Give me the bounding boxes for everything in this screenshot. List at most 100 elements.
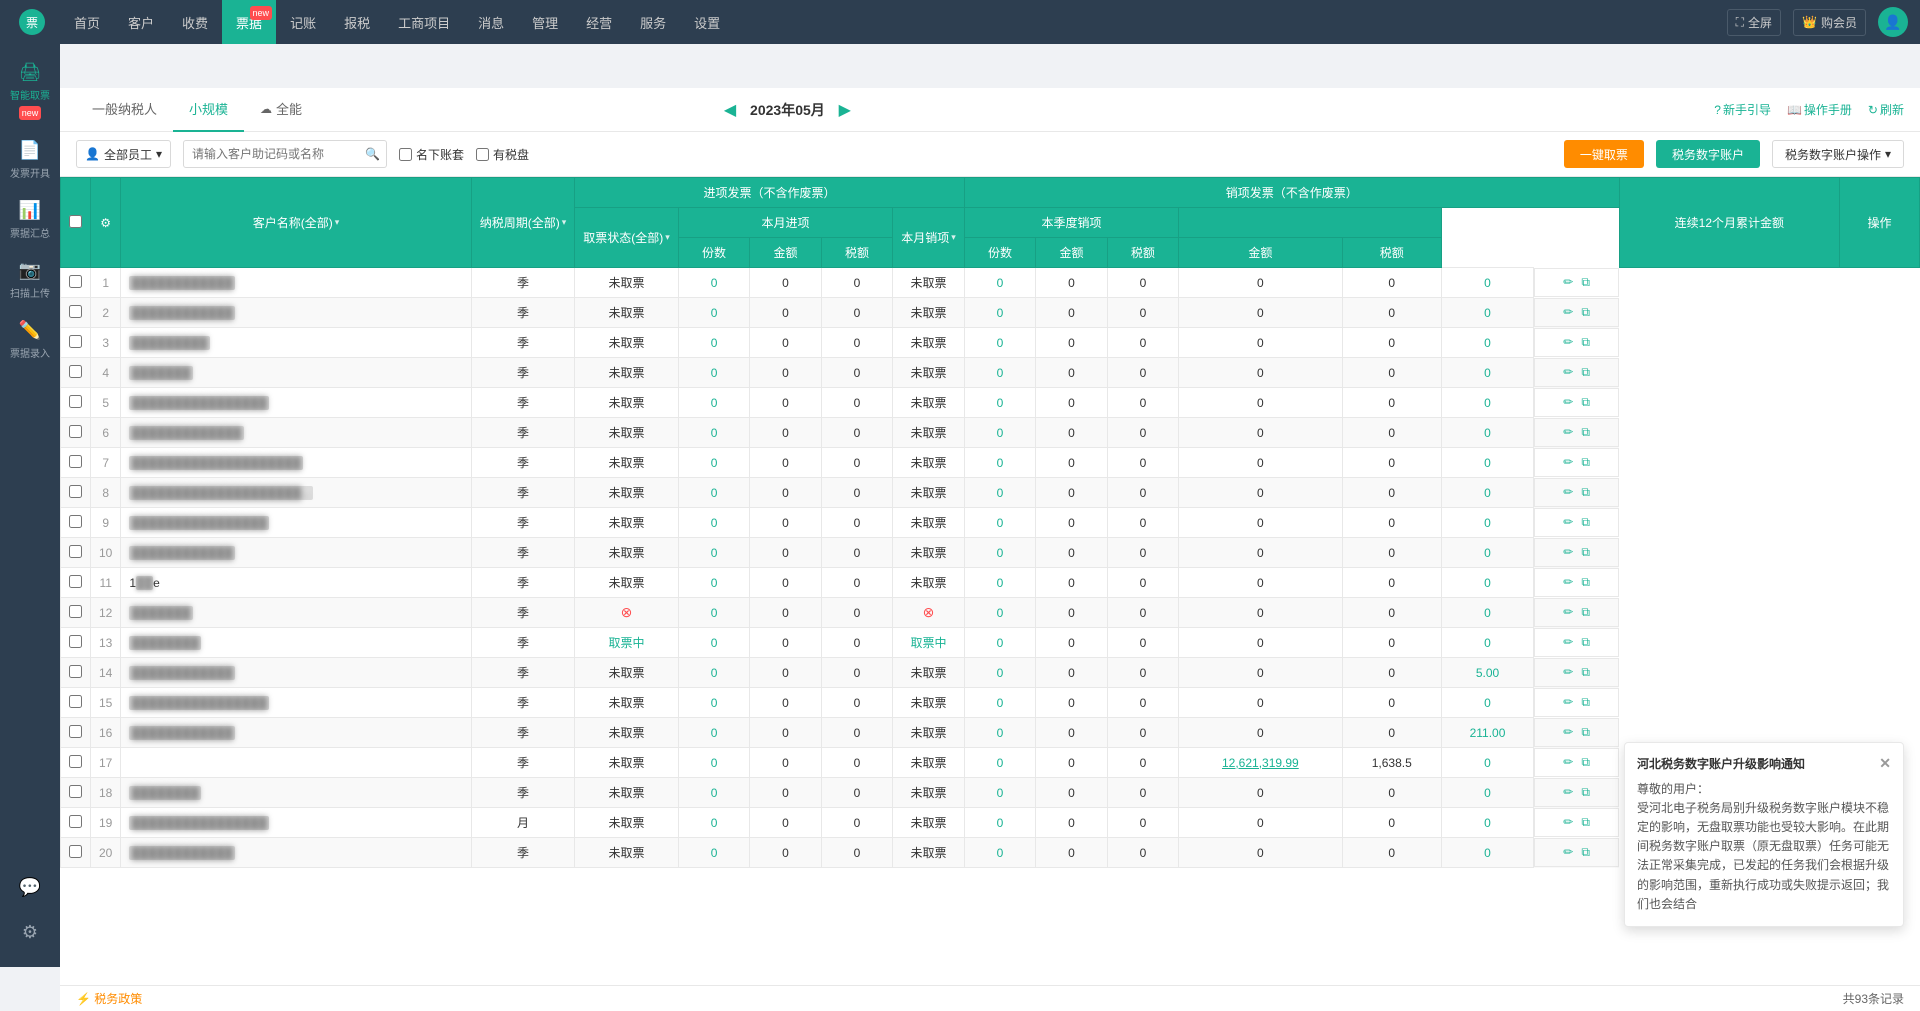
- cum-amount-link[interactable]: 0: [1484, 306, 1491, 320]
- row-checkbox[interactable]: [69, 605, 82, 618]
- sidebar-item-invoice-entry[interactable]: ✏️ 票据录入: [0, 310, 60, 370]
- row-checkbox[interactable]: [69, 785, 82, 798]
- sidebar-item-scan-upload[interactable]: 📷 扫描上传: [0, 250, 60, 310]
- cum-amount-link[interactable]: 0: [1484, 396, 1491, 410]
- sidebar-item-smart-fetch[interactable]: 🖨 智能取票 new: [0, 52, 60, 130]
- tab-small-scale[interactable]: 小规模: [173, 88, 244, 132]
- cum-amount-link[interactable]: 0: [1484, 576, 1491, 590]
- copy-icon[interactable]: ⧉: [1581, 365, 1590, 380]
- checkbox-tax-disk[interactable]: 有税盘: [476, 146, 529, 163]
- in-count-link[interactable]: 0: [711, 306, 718, 320]
- cum-amount-link[interactable]: 0: [1484, 756, 1491, 770]
- row-checkbox[interactable]: [69, 275, 82, 288]
- edit-icon[interactable]: ✏: [1563, 815, 1573, 829]
- row-checkbox[interactable]: [69, 755, 82, 768]
- chat-btn[interactable]: 💬: [11, 869, 49, 906]
- in-count-link[interactable]: 0: [711, 516, 718, 530]
- out-count-link[interactable]: 0: [997, 816, 1004, 830]
- in-count-link[interactable]: 0: [711, 426, 718, 440]
- th-tax-cycle[interactable]: 纳税周期(全部) ▾: [471, 178, 575, 268]
- edit-icon[interactable]: ✏: [1563, 425, 1573, 439]
- th-in-status[interactable]: 取票状态(全部) ▾: [575, 208, 679, 268]
- row-checkbox[interactable]: [69, 485, 82, 498]
- sidebar-item-invoice-open[interactable]: 📄 发票开具: [0, 130, 60, 190]
- vip-btn[interactable]: 👑 购会员: [1793, 9, 1866, 36]
- edit-icon[interactable]: ✏: [1563, 335, 1573, 349]
- in-count-link[interactable]: 0: [711, 816, 718, 830]
- in-count-link[interactable]: 0: [711, 696, 718, 710]
- out-count-link[interactable]: 0: [997, 846, 1004, 860]
- edit-icon[interactable]: ✏: [1563, 575, 1573, 589]
- cum-amount-link[interactable]: 0: [1484, 846, 1491, 860]
- out-count-link[interactable]: 0: [997, 336, 1004, 350]
- period-prev-btn[interactable]: ◀: [718, 98, 742, 122]
- nav-operation[interactable]: 经营: [572, 0, 626, 44]
- edit-icon[interactable]: ✏: [1563, 845, 1573, 859]
- edit-icon[interactable]: ✏: [1563, 785, 1573, 799]
- copy-icon[interactable]: ⧉: [1581, 515, 1590, 530]
- row-checkbox[interactable]: [69, 815, 82, 828]
- nav-customer[interactable]: 客户: [114, 0, 168, 44]
- in-count-link[interactable]: 0: [711, 396, 718, 410]
- tax-disk-checkbox[interactable]: [476, 148, 489, 161]
- edit-icon[interactable]: ✏: [1563, 305, 1573, 319]
- one-click-fetch-btn[interactable]: 一键取票: [1564, 140, 1644, 168]
- row-checkbox[interactable]: [69, 455, 82, 468]
- cum-amount-link[interactable]: 0: [1484, 516, 1491, 530]
- in-count-link[interactable]: 0: [711, 846, 718, 860]
- in-count-link[interactable]: 0: [711, 756, 718, 770]
- nav-service[interactable]: 服务: [626, 0, 680, 44]
- edit-icon[interactable]: ✏: [1563, 455, 1573, 469]
- in-count-link[interactable]: 0: [711, 576, 718, 590]
- copy-icon[interactable]: ⧉: [1581, 305, 1590, 320]
- nav-billing[interactable]: 收费: [168, 0, 222, 44]
- nav-invoice[interactable]: 票据 new: [222, 0, 276, 44]
- nav-business[interactable]: 工商项目: [384, 0, 464, 44]
- tax-digital-account-btn[interactable]: 税务数字账户: [1656, 140, 1760, 168]
- out-count-link[interactable]: 0: [997, 366, 1004, 380]
- out-count-link[interactable]: 0: [997, 546, 1004, 560]
- nav-tax[interactable]: 报税: [330, 0, 384, 44]
- out-count-link[interactable]: 0: [997, 276, 1004, 290]
- copy-icon[interactable]: ⧉: [1581, 785, 1590, 800]
- cum-amount-link[interactable]: 0: [1484, 816, 1491, 830]
- in-count-link[interactable]: 0: [711, 276, 718, 290]
- in-count-link[interactable]: 0: [711, 786, 718, 800]
- in-count-link[interactable]: 0: [711, 366, 718, 380]
- out-count-link[interactable]: 0: [997, 516, 1004, 530]
- th-customer-name[interactable]: 客户名称(全部) ▾: [121, 178, 471, 268]
- row-checkbox[interactable]: [69, 845, 82, 858]
- fullscreen-btn[interactable]: ⛶ 全屏: [1727, 9, 1781, 36]
- row-checkbox[interactable]: [69, 425, 82, 438]
- copy-icon[interactable]: ⧉: [1581, 725, 1590, 740]
- edit-icon[interactable]: ✏: [1563, 515, 1573, 529]
- row-checkbox[interactable]: [69, 365, 82, 378]
- cum-amount-link[interactable]: 0: [1484, 606, 1491, 620]
- copy-icon[interactable]: ⧉: [1581, 755, 1590, 770]
- out-count-link[interactable]: 0: [997, 486, 1004, 500]
- edit-icon[interactable]: ✏: [1563, 275, 1573, 289]
- edit-icon[interactable]: ✏: [1563, 605, 1573, 619]
- row-checkbox[interactable]: [69, 635, 82, 648]
- copy-icon[interactable]: ⧉: [1581, 455, 1590, 470]
- cum-amount-link[interactable]: 0: [1484, 456, 1491, 470]
- row-checkbox[interactable]: [69, 575, 82, 588]
- copy-icon[interactable]: ⧉: [1581, 695, 1590, 710]
- edit-icon[interactable]: ✏: [1563, 395, 1573, 409]
- checkbox-subledger[interactable]: 名下账套: [399, 146, 464, 163]
- cum-amount-link[interactable]: 0: [1484, 546, 1491, 560]
- row-checkbox[interactable]: [69, 335, 82, 348]
- edit-icon[interactable]: ✏: [1563, 725, 1573, 739]
- copy-icon[interactable]: ⧉: [1581, 575, 1590, 590]
- nav-manage[interactable]: 管理: [518, 0, 572, 44]
- tab-all-capable[interactable]: ☁ 全能: [244, 88, 318, 132]
- nav-accounting[interactable]: 记账: [276, 0, 330, 44]
- row-checkbox[interactable]: [69, 665, 82, 678]
- out-count-link[interactable]: 0: [997, 726, 1004, 740]
- manual-link[interactable]: 📖 操作手册: [1787, 101, 1852, 118]
- tax-policy-link[interactable]: ⚡ 税务政策: [76, 990, 142, 1007]
- row-checkbox[interactable]: [69, 395, 82, 408]
- edit-icon[interactable]: ✏: [1563, 695, 1573, 709]
- search-input[interactable]: [183, 140, 363, 168]
- tab-general-taxpayer[interactable]: 一般纳税人: [76, 88, 173, 132]
